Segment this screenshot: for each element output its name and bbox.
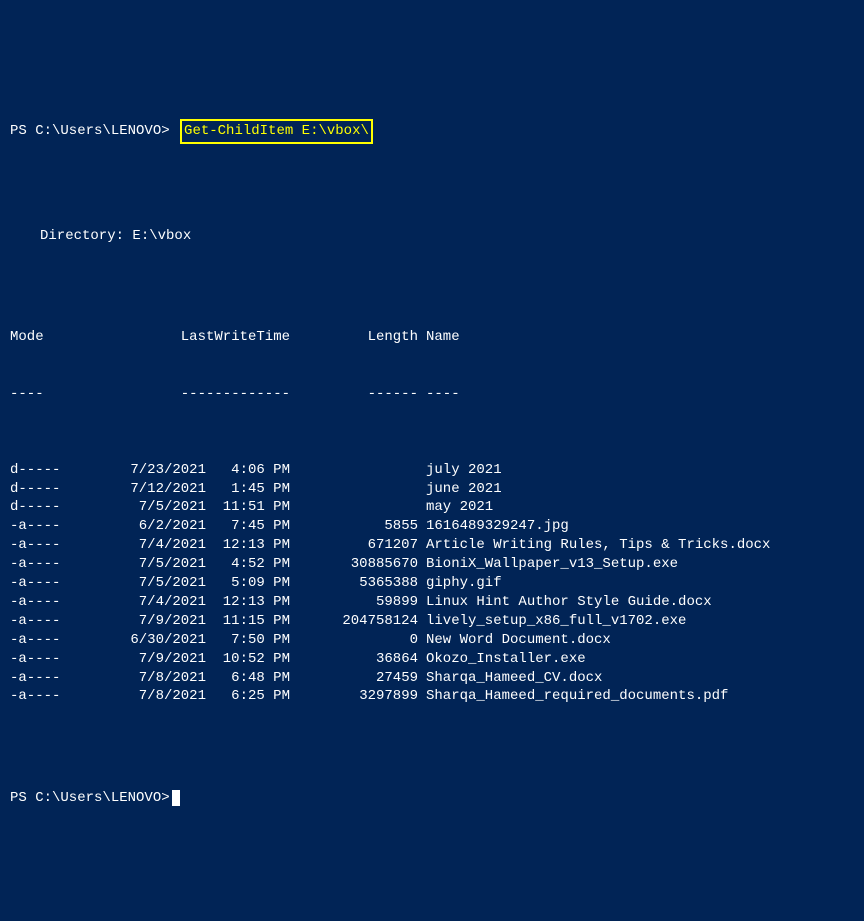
cell-name: july 2021 (418, 461, 502, 480)
table-row: -a---- 6/2/2021 7:45 PM58551616489329247… (10, 517, 854, 536)
cell-lastwrite: 7/9/2021 10:52 PM (90, 650, 290, 669)
cell-length: 0 (290, 631, 418, 650)
prompt-line-2[interactable]: PS C:\Users\LENOVO> (10, 789, 854, 808)
table-row: -a---- 7/5/2021 5:09 PM5365388giphy.gif (10, 574, 854, 593)
cell-mode: -a---- (10, 574, 90, 593)
prompt-text: PS C:\Users\LENOVO> (10, 123, 170, 139)
cell-lastwrite: 7/5/2021 4:52 PM (90, 555, 290, 574)
table-header-dashes: --------------------------- (10, 385, 854, 404)
cell-length (290, 461, 418, 480)
cell-lastwrite: 6/30/2021 7:50 PM (90, 631, 290, 650)
header-length-dash: ------ (290, 385, 418, 404)
cell-length (290, 480, 418, 499)
header-mode: Mode (10, 328, 90, 347)
cell-lastwrite: 7/4/2021 12:13 PM (90, 536, 290, 555)
header-lastwrite-dash: ------------- (90, 385, 290, 404)
cell-name: may 2021 (418, 498, 493, 517)
cell-mode: -a---- (10, 517, 90, 536)
cell-length: 5855 (290, 517, 418, 536)
cell-lastwrite: 7/23/2021 4:06 PM (90, 461, 290, 480)
table-header: ModeLastWriteTimeLengthName (10, 328, 854, 347)
cell-mode: -a---- (10, 650, 90, 669)
terminal-output: PS C:\Users\LENOVO> Get-ChildItem E:\vbo… (10, 82, 854, 827)
cell-length: 671207 (290, 536, 418, 555)
cell-mode: d----- (10, 461, 90, 480)
cell-name: Sharqa_Hameed_required_documents.pdf (418, 687, 728, 706)
cell-mode: -a---- (10, 669, 90, 688)
cell-name: Linux Hint Author Style Guide.docx (418, 593, 712, 612)
cell-lastwrite: 7/12/2021 1:45 PM (90, 480, 290, 499)
cell-length: 59899 (290, 593, 418, 612)
cell-name: Okozo_Installer.exe (418, 650, 586, 669)
cell-mode: -a---- (10, 687, 90, 706)
cell-length: 204758124 (290, 612, 418, 631)
cell-name: Article Writing Rules, Tips & Tricks.doc… (418, 536, 770, 555)
table-row: -a---- 7/4/2021 12:13 PM59899Linux Hint … (10, 593, 854, 612)
cell-mode: -a---- (10, 612, 90, 631)
cell-name: june 2021 (418, 480, 502, 499)
table-row: -a---- 6/30/2021 7:50 PM0New Word Docume… (10, 631, 854, 650)
table-row: -a---- 7/9/2021 10:52 PM36864Okozo_Insta… (10, 650, 854, 669)
cursor (172, 790, 180, 806)
header-lastwrite: LastWriteTime (90, 328, 290, 347)
cell-length: 3297899 (290, 687, 418, 706)
directory-label: Directory: E:\vbox (10, 227, 854, 246)
table-row: -a---- 7/8/2021 6:48 PM27459Sharqa_Hamee… (10, 669, 854, 688)
cell-mode: d----- (10, 480, 90, 499)
cell-mode: -a---- (10, 593, 90, 612)
cell-mode: -a---- (10, 536, 90, 555)
cell-mode: d----- (10, 498, 90, 517)
command-line: PS C:\Users\LENOVO> Get-ChildItem E:\vbo… (10, 119, 854, 144)
cell-lastwrite: 6/2/2021 7:45 PM (90, 517, 290, 536)
cell-length: 5365388 (290, 574, 418, 593)
header-mode-dash: ---- (10, 385, 90, 404)
prompt-text-2: PS C:\Users\LENOVO> (10, 790, 170, 806)
table-row: -a---- 7/8/2021 6:25 PM3297899Sharqa_Ham… (10, 687, 854, 706)
cell-name: Sharqa_Hameed_CV.docx (418, 669, 602, 688)
table-row: d----- 7/12/2021 1:45 PM june 2021 (10, 480, 854, 499)
cell-length (290, 498, 418, 517)
header-name: Name (418, 328, 460, 347)
cell-name: New Word Document.docx (418, 631, 611, 650)
header-length: Length (290, 328, 418, 347)
cell-lastwrite: 7/8/2021 6:25 PM (90, 687, 290, 706)
header-name-dash: ---- (418, 385, 460, 404)
cell-lastwrite: 7/5/2021 11:51 PM (90, 498, 290, 517)
cell-lastwrite: 7/5/2021 5:09 PM (90, 574, 290, 593)
cell-length: 36864 (290, 650, 418, 669)
file-listing: d----- 7/23/2021 4:06 PMjuly 2021d----- … (10, 461, 854, 707)
cell-name: BioniX_Wallpaper_v13_Setup.exe (418, 555, 678, 574)
table-row: -a---- 7/5/2021 4:52 PM30885670BioniX_Wa… (10, 555, 854, 574)
cell-lastwrite: 7/4/2021 12:13 PM (90, 593, 290, 612)
table-row: d----- 7/5/2021 11:51 PM may 2021 (10, 498, 854, 517)
cell-length: 27459 (290, 669, 418, 688)
cell-name: giphy.gif (418, 574, 502, 593)
cell-lastwrite: 7/9/2021 11:15 PM (90, 612, 290, 631)
cell-lastwrite: 7/8/2021 6:48 PM (90, 669, 290, 688)
table-row: -a---- 7/9/2021 11:15 PM204758124lively_… (10, 612, 854, 631)
cell-name: lively_setup_x86_full_v1702.exe (418, 612, 686, 631)
cell-mode: -a---- (10, 631, 90, 650)
table-row: d----- 7/23/2021 4:06 PM july 2021 (10, 461, 854, 480)
cell-name: 1616489329247.jpg (418, 517, 569, 536)
table-row: -a---- 7/4/2021 12:13 PM671207Article Wr… (10, 536, 854, 555)
command-highlight: Get-ChildItem E:\vbox\ (180, 119, 373, 144)
cell-length: 30885670 (290, 555, 418, 574)
cell-mode: -a---- (10, 555, 90, 574)
